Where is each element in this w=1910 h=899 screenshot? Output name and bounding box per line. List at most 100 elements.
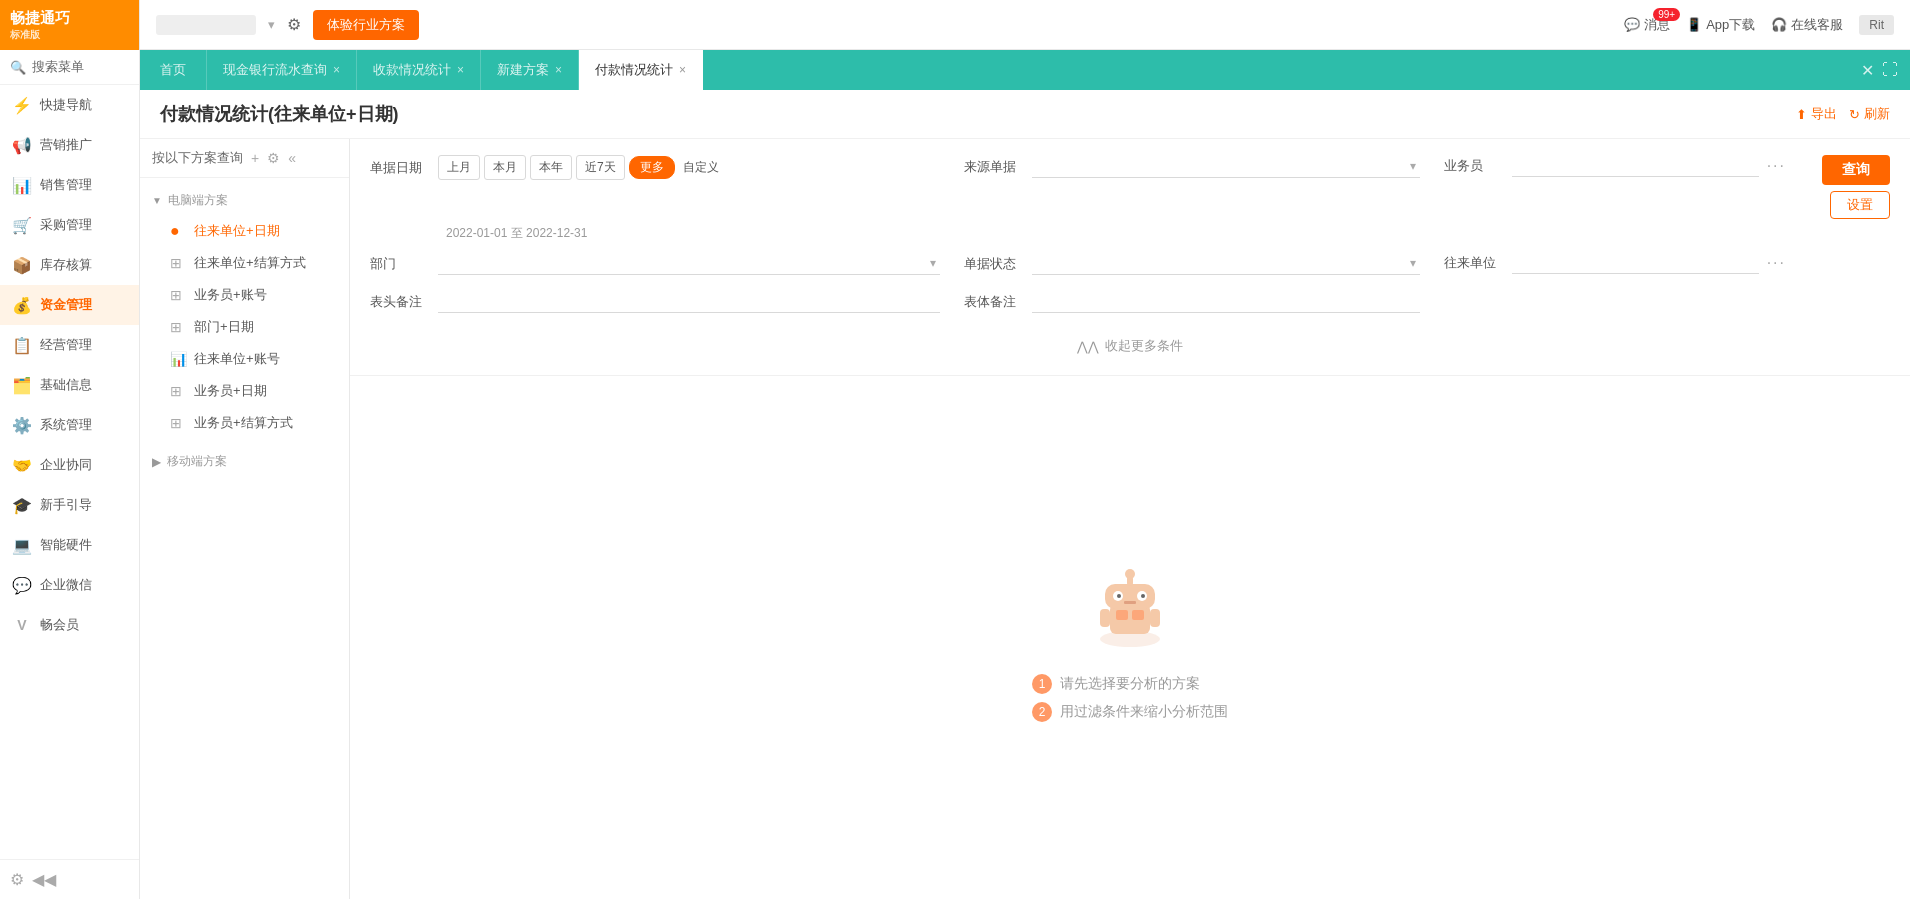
body-note-input[interactable] <box>1032 291 1420 313</box>
scheme-item-dept-date[interactable]: ⊞ 部门+日期 <box>140 311 349 343</box>
header-note-input[interactable] <box>438 291 940 313</box>
sidebar-item-operations[interactable]: 📋 经营管理 <box>0 325 139 365</box>
settings-btn[interactable]: 设置 <box>1830 191 1890 219</box>
tab-new-scheme-close[interactable]: × <box>555 63 562 77</box>
tab-home[interactable]: 首页 <box>140 50 207 90</box>
sidebar-item-marketing[interactable]: 📢 营销推广 <box>0 125 139 165</box>
scheme-item-icon-4: 📊 <box>170 351 186 367</box>
date-btn-last-7-days[interactable]: 近7天 <box>576 155 625 180</box>
dept-chevron: ▾ <box>930 256 936 270</box>
tab-bank-flow[interactable]: 现金银行流水查询 × <box>207 50 357 90</box>
member-icon: V <box>12 615 32 635</box>
date-btn-more[interactable]: 更多 <box>629 156 675 179</box>
scheme-item-salesperson-date[interactable]: ⊞ 业务员+日期 <box>140 375 349 407</box>
sidebar-item-label: 企业协同 <box>40 456 92 474</box>
sidebar-search[interactable]: 🔍 搜索菜单 <box>0 50 139 85</box>
collapse-more-btn[interactable]: ⋀⋀ 收起更多条件 <box>370 329 1890 359</box>
scheme-add-icon[interactable]: + <box>251 150 259 166</box>
scheme-item-label: 业务员+结算方式 <box>194 414 293 432</box>
app-download-btn[interactable]: 📱 App下载 <box>1686 16 1755 34</box>
sidebar-item-enterprise[interactable]: 🤝 企业协同 <box>0 445 139 485</box>
source-chevron: ▾ <box>1410 159 1416 173</box>
user-display-name[interactable]: Rit <box>1859 15 1894 35</box>
sidebar-logo: 畅捷通巧 标准版 <box>0 0 139 50</box>
top-header: ▾ ⚙ 体验行业方案 💬 消息 99+ 📱 App下载 🎧 在线客服 Rit <box>140 0 1910 50</box>
svg-rect-13 <box>1150 609 1160 627</box>
sidebar-item-member[interactable]: V 畅会员 <box>0 605 139 645</box>
refresh-btn[interactable]: ↻ 刷新 <box>1849 105 1890 123</box>
robot-svg <box>1080 554 1180 654</box>
svg-rect-4 <box>1105 584 1155 609</box>
partner-dots-btn[interactable]: ··· <box>1767 254 1786 272</box>
scheme-settings-icon[interactable]: ⚙ <box>267 150 280 166</box>
tab-new-scheme[interactable]: 新建方案 × <box>481 50 579 90</box>
date-filter-control: 上月 本月 本年 近7天 更多 自定义 <box>438 155 940 180</box>
sidebar-item-smart-hw[interactable]: 💻 智能硬件 <box>0 525 139 565</box>
scheme-item-partner-account[interactable]: 📊 往来单位+账号 <box>140 343 349 375</box>
scheme-collapse-icon[interactable]: « <box>288 150 296 166</box>
header-user-info <box>156 15 256 35</box>
partner-input[interactable] <box>1512 252 1759 274</box>
svg-rect-12 <box>1100 609 1110 627</box>
marketing-icon: 📢 <box>12 135 32 155</box>
sidebar-nav: ⚡ 快捷导航 📢 营销推广 📊 销售管理 🛒 采购管理 📦 库存核算 💰 资金管… <box>0 85 139 645</box>
scheme-pc-group-title[interactable]: ▼ 电脑端方案 <box>140 186 349 215</box>
salesperson-dots-btn[interactable]: ··· <box>1767 157 1786 175</box>
status-select[interactable]: ▾ <box>1032 252 1420 275</box>
tab-receipt-stats[interactable]: 收款情况统计 × <box>357 50 481 90</box>
collapse-sidebar-icon[interactable]: ◀◀ <box>32 870 56 889</box>
scheme-item-label: 业务员+账号 <box>194 286 267 304</box>
sidebar-item-label: 基础信息 <box>40 376 92 394</box>
online-service-btn[interactable]: 🎧 在线客服 <box>1771 16 1843 34</box>
tab-payment-stats-close[interactable]: × <box>679 63 686 77</box>
scheme-panel: 按以下方案查询 + ⚙ « ▼ 电脑端方案 ● 往来单位+日期 ⊞ 往来单位+结… <box>140 139 350 899</box>
header-dropdown-icon[interactable]: ▾ <box>268 17 275 32</box>
sidebar-item-weixin[interactable]: 💬 企业微信 <box>0 565 139 605</box>
tab-bank-flow-close[interactable]: × <box>333 63 340 77</box>
tab-payment-stats[interactable]: 付款情况统计 × <box>579 50 703 90</box>
tab-close-all-btn[interactable]: ✕ <box>1861 61 1874 80</box>
search-label: 搜索菜单 <box>32 58 84 76</box>
salesperson-input[interactable] <box>1512 155 1759 177</box>
date-btn-last-month[interactable]: 上月 <box>438 155 480 180</box>
date-custom-label: 自定义 <box>683 159 719 176</box>
gear-icon[interactable]: ⚙ <box>10 870 24 889</box>
sidebar-item-sys-mgmt[interactable]: ⚙️ 系统管理 <box>0 405 139 445</box>
query-btn[interactable]: 查询 <box>1822 155 1890 185</box>
trial-btn[interactable]: 体验行业方案 <box>313 10 419 40</box>
sidebar-item-quick-nav[interactable]: ⚡ 快捷导航 <box>0 85 139 125</box>
sidebar-footer: ⚙ ◀◀ <box>0 859 139 899</box>
sidebar-item-label: 经营管理 <box>40 336 92 354</box>
scheme-item-label: 部门+日期 <box>194 318 254 336</box>
sidebar-item-sales[interactable]: 📊 销售管理 <box>0 165 139 205</box>
source-select[interactable]: ▾ <box>1032 155 1420 178</box>
scheme-item-partner-date[interactable]: ● 往来单位+日期 <box>140 215 349 247</box>
scheme-item-salesperson-settle[interactable]: ⊞ 业务员+结算方式 <box>140 407 349 439</box>
scheme-mobile-group[interactable]: ▶ 移动端方案 <box>140 447 349 476</box>
hint-text-1: 请先选择要分析的方案 <box>1060 675 1200 693</box>
date-btn-this-year[interactable]: 本年 <box>530 155 572 180</box>
notifications-btn[interactable]: 💬 消息 99+ <box>1624 16 1670 34</box>
scheme-item-partner-settle[interactable]: ⊞ 往来单位+结算方式 <box>140 247 349 279</box>
date-btn-this-month[interactable]: 本月 <box>484 155 526 180</box>
sidebar-item-inventory[interactable]: 📦 库存核算 <box>0 245 139 285</box>
page-header: 付款情况统计(往来单位+日期) ⬆ 导出 ↻ 刷新 <box>140 90 1910 139</box>
scheme-item-label: 往来单位+结算方式 <box>194 254 306 272</box>
sidebar-item-finance[interactable]: 💰 资金管理 <box>0 285 139 325</box>
scheme-item-salesperson-account[interactable]: ⊞ 业务员+账号 <box>140 279 349 311</box>
inventory-icon: 📦 <box>12 255 32 275</box>
export-btn[interactable]: ⬆ 导出 <box>1796 105 1837 123</box>
logo-badge: 标准版 <box>10 28 70 42</box>
scheme-item-icon-2: ⊞ <box>170 287 186 303</box>
purchase-icon: 🛒 <box>12 215 32 235</box>
tab-expand-btn[interactable]: ⛶ <box>1882 61 1898 79</box>
collapse-label: 收起更多条件 <box>1105 337 1183 355</box>
base-info-icon: 🗂️ <box>12 375 32 395</box>
header-gear-icon[interactable]: ⚙ <box>287 15 301 34</box>
empty-hint-1: 1 请先选择要分析的方案 <box>1032 674 1228 694</box>
sidebar-item-purchase[interactable]: 🛒 采购管理 <box>0 205 139 245</box>
sidebar-item-beginner[interactable]: 🎓 新手引导 <box>0 485 139 525</box>
sidebar-item-base-info[interactable]: 🗂️ 基础信息 <box>0 365 139 405</box>
tab-receipt-close[interactable]: × <box>457 63 464 77</box>
dept-select[interactable]: ▾ <box>438 252 940 275</box>
